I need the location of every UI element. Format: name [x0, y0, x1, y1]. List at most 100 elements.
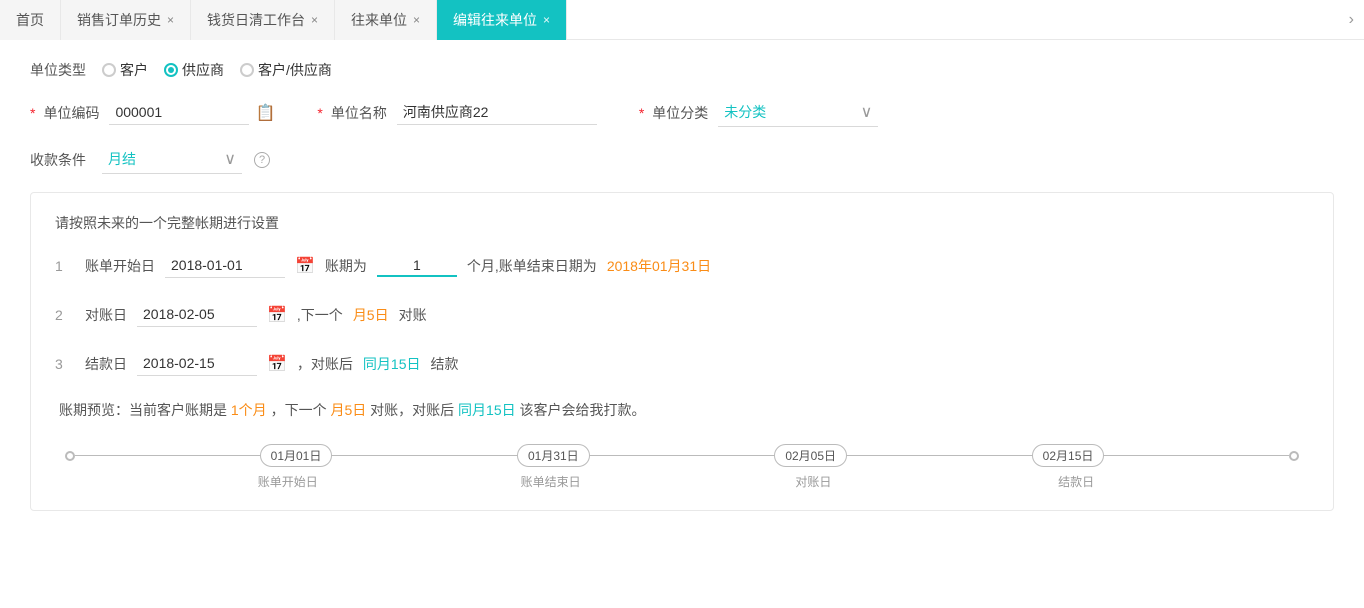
timeline-label-4: 结款日: [1036, 473, 1116, 490]
tab-cashwork[interactable]: 钱货日清工作台 ×: [191, 0, 335, 40]
radio-label-both: 客户/供应商: [258, 60, 332, 80]
payment-terms-help-icon[interactable]: ?: [254, 152, 270, 168]
payment-terms-value: 月结: [108, 149, 224, 169]
timeline-node-4: 02月15日: [1032, 444, 1105, 467]
reconcile-date-input[interactable]: [137, 302, 257, 327]
unit-code-group: * 单位编码 📋: [30, 100, 275, 125]
panel-hint: 请按照未来的一个完整帐期进行设置: [55, 213, 1309, 233]
radio-circle-customer: [102, 63, 116, 77]
main-content: 单位类型 客户 供应商 客户/供应商 * 单位编码 📋 * 单位名称: [0, 40, 1364, 608]
period-unit-text: 个月,账单结束日期为: [467, 256, 597, 276]
timeline-seg5: [1104, 455, 1289, 456]
preview-highlight1: 1个月: [231, 402, 267, 418]
timeline-node-3: 02月05日: [774, 444, 847, 467]
timeline-seg4: [847, 455, 1032, 456]
unit-category-dropdown-icon: ∨: [861, 102, 873, 122]
payment-terms-row: 收款条件 月结 ∨ ?: [30, 145, 1334, 174]
payment-desc-suffix: 结款: [431, 354, 459, 374]
setting-index-1: 1: [55, 258, 75, 274]
radio-supplier[interactable]: 供应商: [164, 60, 224, 80]
setting-label-1: 账单开始日: [85, 256, 155, 276]
preview-highlight2: 月5日: [330, 402, 366, 418]
timeline-label-2: 账单结束日: [511, 473, 591, 490]
payment-terms-label: 收款条件: [30, 150, 86, 170]
period-end-date: 2018年01月31日: [607, 256, 711, 276]
tab-partners[interactable]: 往来单位 ×: [335, 0, 437, 40]
timeline-section: 01月01日 01月31日 02月05日 02月15日: [55, 444, 1309, 490]
required-star-code: *: [30, 105, 35, 121]
preview-mid1: ，下一个: [271, 402, 327, 418]
tab-close-cashwork[interactable]: ×: [311, 13, 318, 27]
start-date-input[interactable]: [165, 253, 285, 278]
unit-type-radio-group: 客户 供应商 客户/供应商: [102, 60, 332, 80]
preview-mid2: 对账，对账后: [370, 402, 454, 418]
timeline-label-1: 账单开始日: [248, 473, 328, 490]
timeline-seg3: [590, 455, 775, 456]
payment-date-input[interactable]: [137, 351, 257, 376]
payment-terms-dropdown-icon: ∨: [224, 149, 236, 169]
tab-edit-partner[interactable]: 编辑往来单位 ×: [437, 0, 567, 40]
unit-info-row: * 单位编码 📋 * 单位名称 * 单位分类 未分类 ∨: [30, 98, 1334, 127]
start-date-calendar-icon[interactable]: 📅: [295, 256, 315, 276]
payment-terms-select[interactable]: 月结 ∨: [102, 145, 242, 174]
unit-code-input[interactable]: [109, 100, 249, 125]
radio-label-supplier: 供应商: [182, 60, 224, 80]
tab-close-partners[interactable]: ×: [413, 13, 420, 27]
unit-category-select[interactable]: 未分类 ∨: [718, 98, 878, 127]
tabs-scroll-arrow[interactable]: ›: [1339, 11, 1364, 29]
timeline-bubble-2: 01月31日: [517, 444, 590, 467]
radio-circle-supplier: [164, 63, 178, 77]
timeline-bubble-1: 01月01日: [260, 444, 333, 467]
unit-code-label: 单位编码: [43, 103, 99, 123]
setting-index-3: 3: [55, 356, 75, 372]
radio-label-customer: 客户: [120, 60, 148, 80]
unit-type-label: 单位类型: [30, 60, 86, 80]
payment-desc-prefix: ，对账后: [297, 354, 353, 374]
timeline-label-3: 对账日: [773, 473, 853, 490]
tab-close-sales-history[interactable]: ×: [167, 13, 174, 27]
preview-highlight3: 同月15日: [458, 402, 516, 418]
timeline-label-group-1: 账单开始日: [248, 473, 328, 490]
setting-label-3: 结款日: [85, 354, 127, 374]
reconcile-desc-suffix: 对账: [399, 305, 427, 325]
tab-close-edit-partner[interactable]: ×: [543, 13, 550, 27]
payment-date-calendar-icon[interactable]: 📅: [267, 354, 287, 374]
timeline-labels: 账单开始日 账单结束日 对账日 结款日: [55, 473, 1309, 490]
radio-both[interactable]: 客户/供应商: [240, 60, 332, 80]
setting-label-2: 对账日: [85, 305, 127, 325]
preview-suffix: 该客户会给我打款。: [520, 402, 646, 418]
period-value-input[interactable]: [377, 255, 457, 277]
timeline-label-group-4: 结款日: [1036, 473, 1116, 490]
unit-type-row: 单位类型 客户 供应商 客户/供应商: [30, 60, 1334, 80]
required-star-name: *: [317, 105, 322, 121]
reconcile-date-calendar-icon[interactable]: 📅: [267, 305, 287, 325]
setting-row-1: 1 账单开始日 📅 账期为 个月,账单结束日期为 2018年01月31日: [55, 253, 1309, 278]
timeline-bubble-4: 02月15日: [1032, 444, 1105, 467]
unit-name-input[interactable]: [397, 100, 597, 125]
radio-customer[interactable]: 客户: [102, 60, 148, 80]
preview-text: 账期预览：当前客户账期是 1个月 ，下一个 月5日 对账，对账后 同月15日 该…: [55, 400, 1309, 420]
radio-circle-both: [240, 63, 254, 77]
unit-name-label: 单位名称: [331, 103, 387, 123]
preview-prefix: 账期预览：当前客户账期是: [59, 402, 227, 418]
unit-name-group: * 单位名称: [317, 100, 596, 125]
tabs-bar: 首页 销售订单历史 × 钱货日清工作台 × 往来单位 × 编辑往来单位 × ›: [0, 0, 1364, 40]
required-star-category: *: [639, 105, 644, 121]
timeline-end-dot: [1289, 451, 1299, 461]
unit-category-value: 未分类: [724, 102, 860, 122]
payment-desc-highlight: 同月15日: [363, 354, 421, 374]
timeline-bubble-3: 02月05日: [774, 444, 847, 467]
setting-index-2: 2: [55, 307, 75, 323]
timeline-seg1: [75, 455, 260, 456]
unit-code-icon[interactable]: 📋: [255, 103, 275, 123]
timeline-node-2: 01月31日: [517, 444, 590, 467]
unit-category-group: * 单位分类 未分类 ∨: [639, 98, 878, 127]
tab-home[interactable]: 首页: [0, 0, 61, 40]
unit-category-label: 单位分类: [652, 103, 708, 123]
timeline-node-1: 01月01日: [260, 444, 333, 467]
period-label: 账期为: [325, 256, 367, 276]
tab-sales-history[interactable]: 销售订单历史 ×: [61, 0, 191, 40]
timeline-start-dot: [65, 451, 75, 461]
reconcile-desc-highlight: 月5日: [353, 305, 389, 325]
setting-row-3: 3 结款日 📅 ，对账后 同月15日 结款: [55, 351, 1309, 376]
